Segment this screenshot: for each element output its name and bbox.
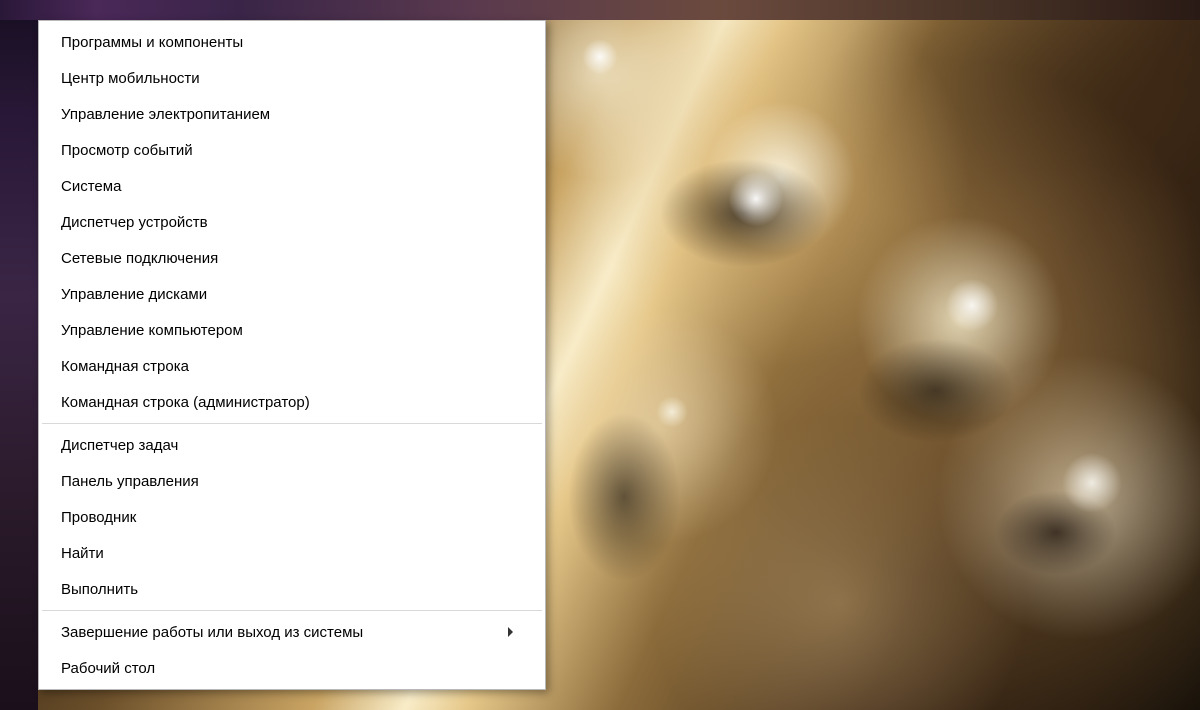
menu-item-run[interactable]: Выполнить [41,571,543,607]
menu-item-label: Управление электропитанием [61,106,270,123]
menu-item-label: Просмотр событий [61,142,193,159]
menu-item-command-prompt-admin[interactable]: Командная строка (администратор) [41,384,543,420]
menu-item-label: Завершение работы или выход из системы [61,624,363,641]
menu-item-label: Программы и компоненты [61,34,243,51]
menu-item-shutdown-signout[interactable]: Завершение работы или выход из системы [41,614,543,650]
menu-item-file-explorer[interactable]: Проводник [41,499,543,535]
menu-item-power-options[interactable]: Управление электропитанием [41,96,543,132]
menu-separator [42,423,542,424]
menu-item-label: Диспетчер задач [61,437,178,454]
menu-item-programs-and-features[interactable]: Программы и компоненты [41,24,543,60]
menu-item-label: Сетевые подключения [61,250,218,267]
menu-item-search[interactable]: Найти [41,535,543,571]
menu-item-desktop[interactable]: Рабочий стол [41,650,543,686]
menu-separator [42,610,542,611]
menu-item-label: Найти [61,545,104,562]
menu-item-label: Диспетчер устройств [61,214,208,231]
menu-item-mobility-center[interactable]: Центр мобильности [41,60,543,96]
menu-item-label: Панель управления [61,473,199,490]
top-edge-band [0,0,1200,20]
winx-context-menu: Программы и компоненты Центр мобильности… [38,20,546,690]
menu-item-network-connections[interactable]: Сетевые подключения [41,240,543,276]
menu-item-label: Управление компьютером [61,322,243,339]
menu-item-label: Управление дисками [61,286,207,303]
menu-item-task-manager[interactable]: Диспетчер задач [41,427,543,463]
menu-item-label: Командная строка (администратор) [61,394,310,411]
menu-item-label: Командная строка [61,358,189,375]
menu-item-label: Центр мобильности [61,70,200,87]
menu-item-device-manager[interactable]: Диспетчер устройств [41,204,543,240]
chevron-right-icon [508,627,513,637]
menu-item-disk-management[interactable]: Управление дисками [41,276,543,312]
menu-item-command-prompt[interactable]: Командная строка [41,348,543,384]
menu-item-label: Рабочий стол [61,660,155,677]
menu-item-label: Система [61,178,121,195]
menu-item-label: Проводник [61,509,136,526]
menu-item-system[interactable]: Система [41,168,543,204]
menu-item-computer-management[interactable]: Управление компьютером [41,312,543,348]
menu-item-control-panel[interactable]: Панель управления [41,463,543,499]
menu-item-event-viewer[interactable]: Просмотр событий [41,132,543,168]
left-edge-gutter [0,20,38,710]
menu-item-label: Выполнить [61,581,138,598]
